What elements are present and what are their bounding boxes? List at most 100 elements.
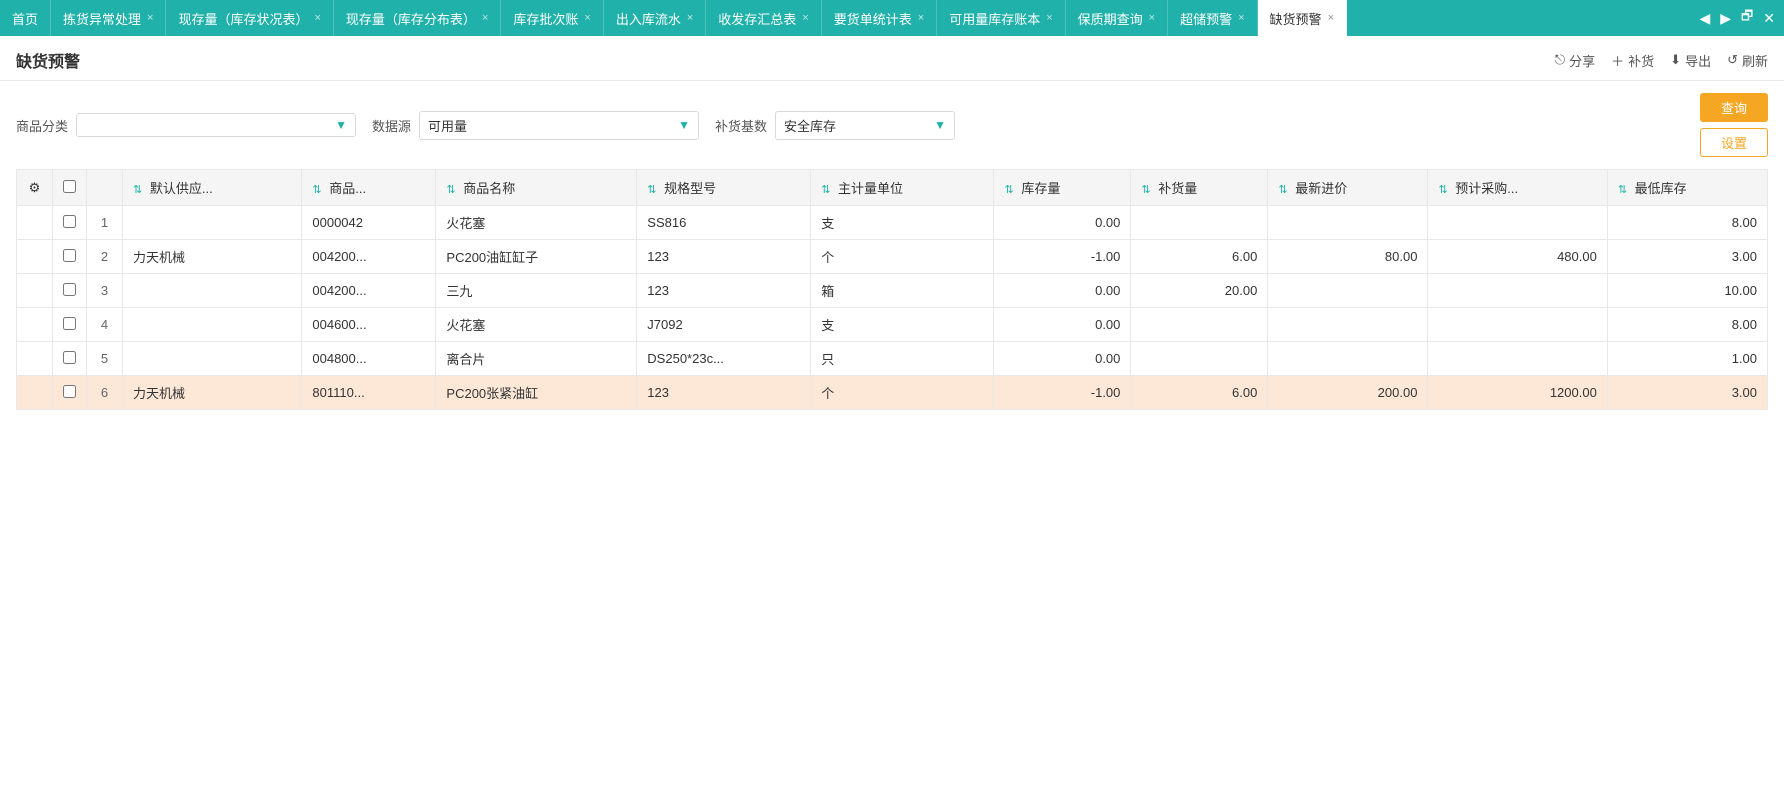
datasource-value: 可用量 [428,116,467,135]
row-checkbox[interactable] [63,351,76,364]
col-supplier[interactable]: ⇅ 默认供应... [123,170,302,206]
row-code: 004200... [302,240,436,274]
row-checkbox-cell[interactable] [53,240,87,274]
col-name[interactable]: ⇅ 商品名称 [436,170,637,206]
export-action[interactable]: ⬇ 导出 [1670,51,1711,70]
row-checkbox[interactable] [63,215,76,228]
col-min-stock[interactable]: ⇅ 最低库存 [1607,170,1767,206]
est-purchase-sort-icon: ⇅ [1438,184,1447,196]
tab-overstock[interactable]: 超储预警 × [1168,0,1257,36]
tab-restore-btn[interactable]: 🗗 [1736,7,1758,29]
tab-batch-close[interactable]: × [584,12,590,24]
row-checkbox[interactable] [63,317,76,330]
row-name: 火花塞 [436,308,637,342]
filter-area: 商品分类 ▼ 数据源 可用量 ▼ 补货基数 安全库存 ▼ 查询 设置 [0,81,1784,169]
filter-group-datasource: 数据源 可用量 ▼ [372,111,699,140]
tab-expiry-close[interactable]: × [1149,12,1155,24]
row-checkbox-cell[interactable] [53,342,87,376]
col-replenish[interactable]: ⇅ 补货量 [1131,170,1268,206]
row-settings-cell [17,240,53,274]
row-latest-price [1268,274,1428,308]
tab-shortage[interactable]: 缺货预警 × [1258,0,1347,36]
row-name: PC200油缸缸子 [436,240,637,274]
tab-stock-status[interactable]: 现存量（库存状况表） × [166,0,333,36]
col-stock[interactable]: ⇅ 库存量 [994,170,1131,206]
tab-expiry[interactable]: 保质期查询 × [1066,0,1168,36]
replenish-icon: ＋ [1611,51,1624,70]
tab-recv-summary-close[interactable]: × [802,12,808,24]
tab-stock-status-close[interactable]: × [314,12,320,24]
tab-stock-dist[interactable]: 现存量（库存分布表） × [334,0,501,36]
refresh-icon: ↺ [1727,52,1738,68]
query-button[interactable]: 查询 [1700,93,1768,122]
col-checkbox-header[interactable] [53,170,87,206]
tab-stock-dist-close[interactable]: × [482,12,488,24]
col-est-purchase[interactable]: ⇅ 预计采购... [1428,170,1607,206]
tab-recv-summary[interactable]: 收发存汇总表 × [706,0,821,36]
tab-order-stat-close[interactable]: × [918,12,924,24]
tab-home[interactable]: 首页 [0,0,51,36]
replenish-action[interactable]: ＋ 补货 [1611,51,1654,70]
datasource-select[interactable]: 可用量 ▼ [419,111,699,140]
col-latest-price[interactable]: ⇅ 最新进价 [1268,170,1428,206]
table-row: 1 0000042 火花塞 SS816 支 0.00 8.00 [17,206,1768,240]
row-spec: SS816 [637,206,811,240]
tab-available-close[interactable]: × [1046,12,1052,24]
row-checkbox[interactable] [63,385,76,398]
tab-prev-btn[interactable]: ◀ [1694,10,1715,27]
select-all-checkbox[interactable] [63,180,76,193]
category-dropdown-icon: ▼ [335,118,347,132]
tab-bar: 首页 拣货异常处理 × 现存量（库存状况表） × 现存量（库存分布表） × 库存… [0,0,1784,36]
row-checkbox-cell[interactable] [53,376,87,410]
row-min-stock: 3.00 [1607,240,1767,274]
filter-group-category: 商品分类 ▼ [16,113,356,137]
tab-order-stat[interactable]: 要货单统计表 × [822,0,937,36]
col-settings[interactable]: ⚙ [17,170,53,206]
export-icon: ⬇ [1670,52,1681,68]
row-min-stock: 8.00 [1607,206,1767,240]
tab-batch[interactable]: 库存批次账 × [501,0,603,36]
tab-available[interactable]: 可用量库存账本 × [937,0,1065,36]
tab-exception-close[interactable]: × [147,12,153,24]
row-checkbox-cell[interactable] [53,206,87,240]
setting-button[interactable]: 设置 [1700,128,1768,157]
settings-icon: ⚙ [29,180,41,195]
row-supplier [123,342,302,376]
row-checkbox[interactable] [63,283,76,296]
col-unit[interactable]: ⇅ 主计量单位 [811,170,994,206]
category-select[interactable]: ▼ [76,113,356,137]
row-num: 6 [87,376,123,410]
refresh-action[interactable]: ↺ 刷新 [1727,51,1768,70]
filter-actions: 查询 设置 [1700,93,1768,157]
row-spec: 123 [637,376,811,410]
table-body: 1 0000042 火花塞 SS816 支 0.00 8.00 2 力天机械 0… [17,206,1768,410]
row-checkbox-cell[interactable] [53,308,87,342]
row-checkbox-cell[interactable] [53,274,87,308]
row-est-purchase [1428,342,1607,376]
row-spec: 123 [637,240,811,274]
row-code: 0000042 [302,206,436,240]
share-action[interactable]: ⎋ 分享 [1555,51,1595,70]
tab-next-btn[interactable]: ▶ [1715,10,1736,27]
col-num [87,170,123,206]
tab-inout-flow[interactable]: 出入库流水 × [604,0,706,36]
replenish-base-select[interactable]: 安全库存 ▼ [775,111,955,140]
code-sort-icon: ⇅ [312,184,321,196]
tab-close-btn[interactable]: ✕ [1758,10,1780,27]
row-latest-price: 80.00 [1268,240,1428,274]
tab-shortage-close[interactable]: × [1328,12,1334,24]
tab-inout-flow-close[interactable]: × [687,12,693,24]
name-sort-icon: ⇅ [446,184,455,196]
col-code[interactable]: ⇅ 商品... [302,170,436,206]
row-name: 离合片 [436,342,637,376]
row-spec: J7092 [637,308,811,342]
tab-exception[interactable]: 拣货异常处理 × [51,0,166,36]
row-code: 801110... [302,376,436,410]
category-label: 商品分类 [16,116,68,135]
row-spec: 123 [637,274,811,308]
row-checkbox[interactable] [63,249,76,262]
table-header-row: ⚙ ⇅ 默认供应... ⇅ 商品... ⇅ [17,170,1768,206]
col-spec[interactable]: ⇅ 规格型号 [637,170,811,206]
tab-overstock-close[interactable]: × [1238,12,1244,24]
row-est-purchase [1428,308,1607,342]
